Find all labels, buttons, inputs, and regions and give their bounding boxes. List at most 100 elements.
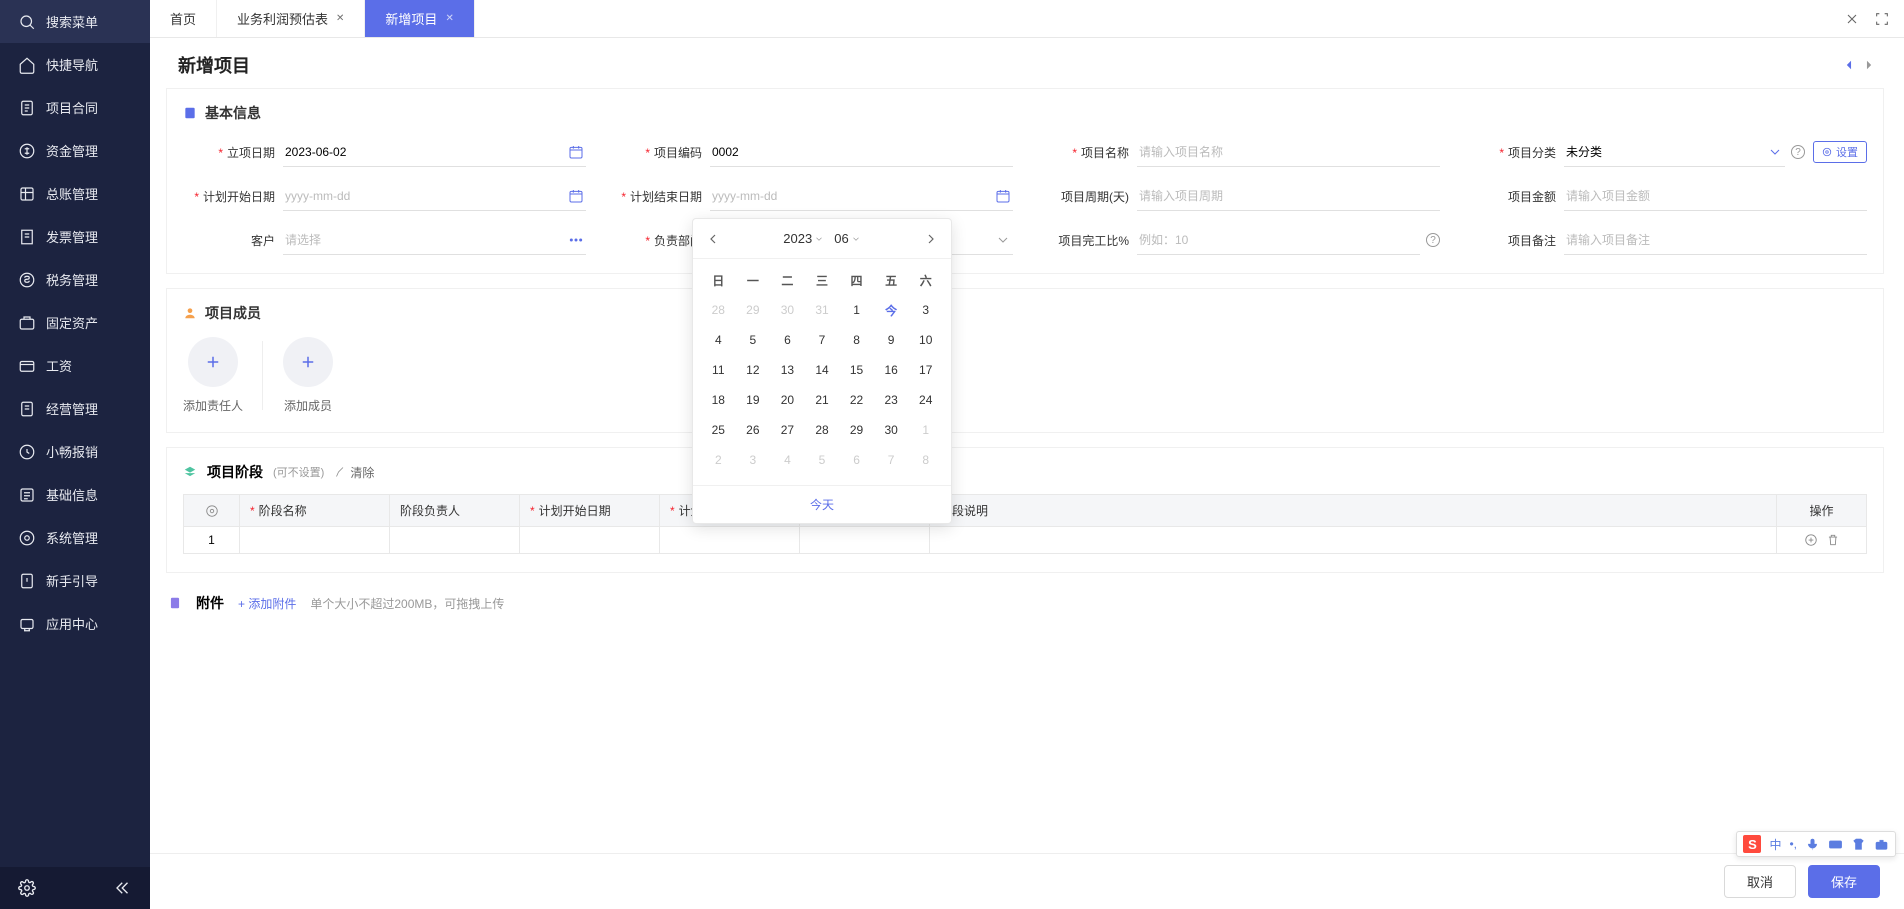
calendar-day[interactable]: 18 (701, 385, 736, 415)
calendar-day[interactable]: 5 (736, 325, 771, 355)
calendar-icon[interactable] (995, 188, 1011, 204)
calendar-day[interactable]: 7 (805, 325, 840, 355)
sidebar-item-12[interactable]: 系统管理 (0, 516, 150, 559)
next-record-icon[interactable] (1862, 58, 1876, 72)
sidebar-item-1[interactable]: 快捷导航 (0, 43, 150, 86)
calendar-day[interactable]: 17 (908, 355, 943, 385)
fullscreen-icon[interactable] (1874, 11, 1890, 27)
sidebar-item-14[interactable]: 应用中心 (0, 602, 150, 645)
sidebar-item-13[interactable]: 新手引导 (0, 559, 150, 602)
tab-2[interactable]: 新增项目✕ (365, 0, 474, 37)
tab-0[interactable]: 首页 (150, 0, 217, 37)
add-attachment-button[interactable]: + 添加附件 (238, 595, 296, 612)
calendar-day[interactable]: 4 (701, 325, 736, 355)
sidebar-item-6[interactable]: 税务管理 (0, 258, 150, 301)
today-button[interactable]: 今天 (693, 485, 951, 523)
calendar-day[interactable]: 今 (874, 295, 909, 325)
tab-close-icon[interactable]: ✕ (445, 13, 453, 24)
calendar-day[interactable]: 30 (874, 415, 909, 445)
prev-month-icon[interactable] (705, 231, 721, 247)
table-row[interactable]: 1 (184, 527, 1867, 554)
calendar-day[interactable]: 21 (805, 385, 840, 415)
project-category-select[interactable] (1564, 141, 1785, 163)
calendar-day[interactable]: 8 (839, 325, 874, 355)
cancel-button[interactable]: 取消 (1724, 865, 1796, 898)
calendar-day[interactable]: 19 (736, 385, 771, 415)
calendar-day[interactable]: 1 (908, 415, 943, 445)
calendar-day[interactable]: 31 (805, 295, 840, 325)
add-member-button[interactable] (283, 337, 333, 387)
sidebar-item-11[interactable]: 基础信息 (0, 473, 150, 516)
save-button[interactable]: 保存 (1808, 865, 1880, 898)
calendar-day[interactable]: 13 (770, 355, 805, 385)
calendar-day[interactable]: 16 (874, 355, 909, 385)
sidebar-item-10[interactable]: 小畅报销 (0, 430, 150, 473)
calendar-day[interactable]: 20 (770, 385, 805, 415)
next-month-icon[interactable] (923, 231, 939, 247)
tab-close-icon[interactable]: ✕ (336, 13, 344, 24)
calendar-day[interactable]: 5 (805, 445, 840, 475)
skin-icon[interactable] (1851, 837, 1866, 852)
sidebar-item-8[interactable]: 工资 (0, 344, 150, 387)
calendar-day[interactable]: 27 (770, 415, 805, 445)
sidebar-item-0[interactable]: 搜索菜单 (0, 0, 150, 43)
chevron-down-icon[interactable] (995, 232, 1011, 248)
calendar-day[interactable]: 6 (839, 445, 874, 475)
sidebar-item-4[interactable]: 总账管理 (0, 172, 150, 215)
calendar-day[interactable]: 22 (839, 385, 874, 415)
calendar-day[interactable]: 26 (736, 415, 771, 445)
sidebar-item-2[interactable]: 项目合同 (0, 86, 150, 129)
complete-pct-input[interactable] (1137, 229, 1420, 251)
sidebar-item-3[interactable]: 资金管理 (0, 129, 150, 172)
cycle-input[interactable] (1137, 185, 1440, 207)
sidebar-item-7[interactable]: 固定资产 (0, 301, 150, 344)
collapse-icon[interactable] (114, 879, 132, 897)
calendar-day[interactable]: 2 (701, 445, 736, 475)
calendar-day[interactable]: 10 (908, 325, 943, 355)
close-icon[interactable] (1844, 11, 1860, 27)
calendar-day[interactable]: 9 (874, 325, 909, 355)
category-settings-button[interactable]: 设置 (1813, 141, 1867, 163)
toolbox-icon[interactable] (1874, 837, 1889, 852)
calendar-day[interactable]: 11 (701, 355, 736, 385)
calendar-day[interactable]: 3 (736, 445, 771, 475)
add-row-icon[interactable] (1804, 533, 1818, 547)
calendar-day[interactable]: 6 (770, 325, 805, 355)
calendar-day[interactable]: 30 (770, 295, 805, 325)
calendar-day[interactable]: 25 (701, 415, 736, 445)
calendar-day[interactable]: 24 (908, 385, 943, 415)
calendar-day[interactable]: 8 (908, 445, 943, 475)
delete-row-icon[interactable] (1826, 533, 1840, 547)
calendar-day[interactable]: 15 (839, 355, 874, 385)
calendar-day[interactable]: 1 (839, 295, 874, 325)
gear-icon[interactable] (205, 504, 219, 518)
calendar-day[interactable]: 3 (908, 295, 943, 325)
ime-punct-icon[interactable]: •, (1789, 837, 1797, 851)
ime-toolbar[interactable]: S 中 •, (1736, 831, 1896, 857)
calendar-day[interactable]: 12 (736, 355, 771, 385)
month-select[interactable]: 06 (834, 231, 860, 246)
more-icon[interactable] (568, 232, 584, 248)
add-owner-button[interactable] (188, 337, 238, 387)
tab-1[interactable]: 业务利润预估表✕ (217, 0, 365, 37)
help-icon[interactable]: ? (1426, 233, 1440, 247)
calendar-day[interactable]: 29 (839, 415, 874, 445)
calendar-icon[interactable] (568, 188, 584, 204)
calendar-icon[interactable] (568, 144, 584, 160)
sidebar-item-5[interactable]: 发票管理 (0, 215, 150, 258)
project-code-input[interactable] (710, 141, 1013, 163)
customer-select[interactable] (283, 229, 586, 251)
sidebar-item-9[interactable]: 经营管理 (0, 387, 150, 430)
plan-start-input[interactable] (283, 185, 586, 207)
amount-input[interactable] (1564, 185, 1867, 207)
help-icon[interactable]: ? (1791, 145, 1805, 159)
calendar-day[interactable]: 14 (805, 355, 840, 385)
calendar-day[interactable]: 29 (736, 295, 771, 325)
year-select[interactable]: 2023 (783, 231, 824, 246)
calendar-day[interactable]: 28 (701, 295, 736, 325)
microphone-icon[interactable] (1805, 837, 1820, 852)
ime-lang[interactable]: 中 (1769, 836, 1781, 853)
project-name-input[interactable] (1137, 141, 1440, 163)
gear-icon[interactable] (18, 879, 36, 897)
keyboard-icon[interactable] (1828, 837, 1843, 852)
